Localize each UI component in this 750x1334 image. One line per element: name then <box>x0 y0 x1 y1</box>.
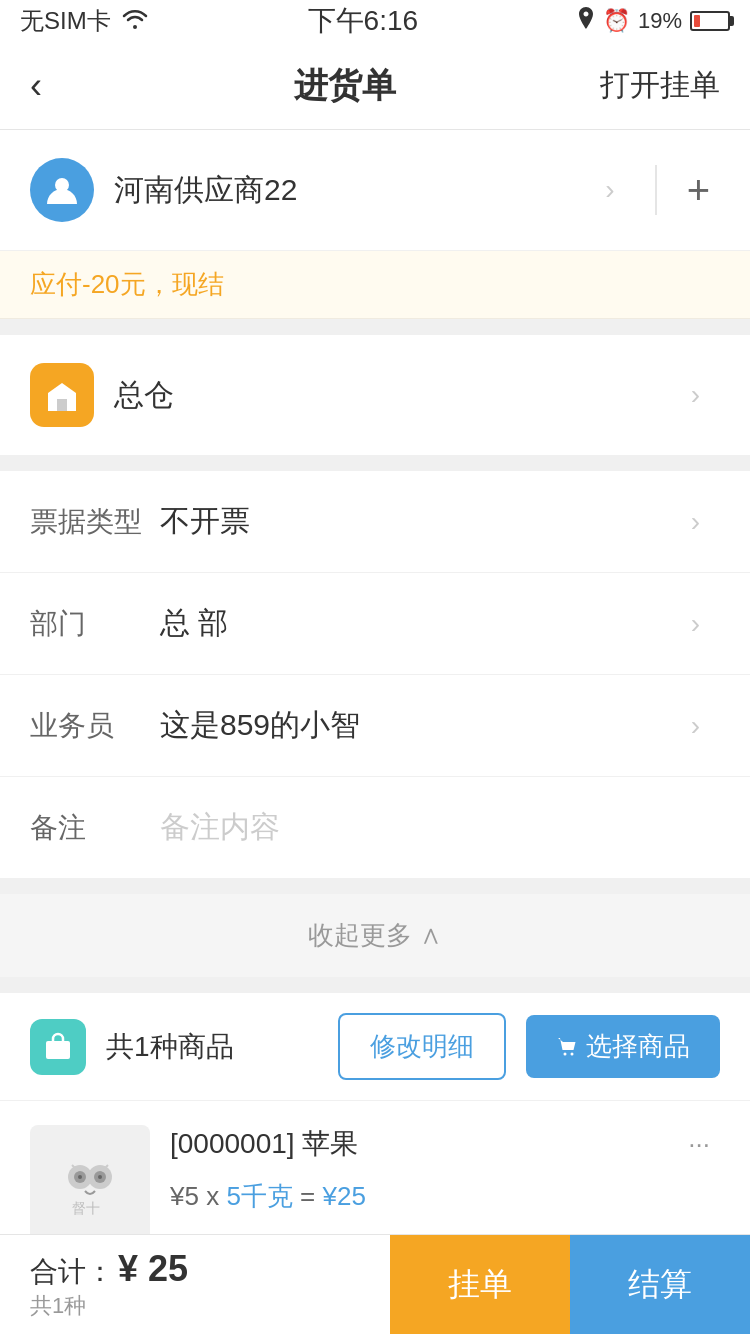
cart-icon <box>556 1036 578 1058</box>
products-header: 共1种商品 修改明细 选择商品 <box>0 993 750 1101</box>
back-button[interactable]: ‹ <box>30 65 90 107</box>
warehouse-icon <box>30 363 94 427</box>
product-thumbnail: 督十 <box>30 1125 150 1245</box>
product-total: ¥25 <box>323 1181 366 1211</box>
supplier-chevron-icon: › <box>605 174 614 206</box>
select-product-label: 选择商品 <box>586 1029 690 1064</box>
salesperson-chevron-icon: › <box>691 710 700 742</box>
salesperson-row[interactable]: 业务员 这是859的小智 › <box>0 675 750 777</box>
salesperson-label: 业务员 <box>30 707 160 745</box>
vertical-divider <box>655 165 657 215</box>
product-price-row: ¥5 x 5千克 = ¥25 <box>170 1179 658 1214</box>
total-count: 共1种 <box>30 1291 360 1321</box>
total-amount: ¥ 25 <box>118 1248 188 1290</box>
svg-rect-2 <box>46 1041 70 1059</box>
add-button[interactable]: + <box>677 168 720 213</box>
carrier-text: 无SIM卡 <box>20 5 111 37</box>
battery-text: 19% <box>638 8 682 34</box>
department-chevron-icon: › <box>691 608 700 640</box>
svg-point-3 <box>564 1052 567 1055</box>
settle-button[interactable]: 结算 <box>570 1235 750 1334</box>
warehouse-row[interactable]: 总仓 › <box>0 335 750 455</box>
products-icon <box>30 1019 86 1075</box>
location-icon <box>577 7 595 35</box>
more-options-button[interactable]: ··· <box>678 1125 720 1164</box>
status-time: 下午6:16 <box>308 2 419 40</box>
supplier-row[interactable]: 河南供应商22 › + <box>0 130 750 251</box>
product-info: [0000001] 苹果 ¥5 x 5千克 = ¥25 <box>170 1125 658 1214</box>
warehouse-section: 总仓 › <box>0 335 750 455</box>
product-image: 督十 <box>50 1145 130 1225</box>
select-product-button[interactable]: 选择商品 <box>526 1015 720 1078</box>
alarm-icon: ⏰ <box>603 8 630 34</box>
invoice-type-value: 不开票 <box>160 501 691 542</box>
invoice-type-row[interactable]: 票据类型 不开票 › <box>0 471 750 573</box>
department-row[interactable]: 部门 总 部 › <box>0 573 750 675</box>
wifi-icon <box>121 7 149 35</box>
status-bar: 无SIM卡 下午6:16 ⏰ 19% <box>0 0 750 42</box>
warehouse-name: 总仓 <box>114 375 691 416</box>
collapse-row[interactable]: 收起更多 ∧ <box>0 894 750 977</box>
open-hang-button[interactable]: 打开挂单 <box>600 65 720 106</box>
product-quantity: 5千克 <box>226 1181 292 1211</box>
status-right: ⏰ 19% <box>577 7 730 35</box>
svg-text:督十: 督十 <box>72 1201 100 1216</box>
department-value: 总 部 <box>160 603 691 644</box>
warehouse-chevron-icon: › <box>691 379 700 411</box>
svg-point-4 <box>571 1052 574 1055</box>
status-left: 无SIM卡 <box>20 5 149 37</box>
battery-icon <box>690 11 730 31</box>
products-count: 共1种商品 <box>106 1028 318 1066</box>
edit-detail-button[interactable]: 修改明细 <box>338 1013 506 1080</box>
invoice-type-label: 票据类型 <box>30 503 160 541</box>
supplier-alert: 应付-20元，现结 <box>0 251 750 319</box>
product-price: ¥5 <box>170 1181 199 1211</box>
hang-button[interactable]: 挂单 <box>390 1235 570 1334</box>
supplier-avatar <box>30 158 94 222</box>
total-label: 合计： <box>30 1253 114 1291</box>
remark-row[interactable]: 备注 备注内容 <box>0 777 750 878</box>
svg-point-9 <box>78 1175 82 1179</box>
equals-sign: = <box>300 1181 322 1211</box>
svg-rect-1 <box>57 399 67 411</box>
remark-label: 备注 <box>30 809 160 847</box>
department-label: 部门 <box>30 605 160 643</box>
nav-bar: ‹ 进货单 打开挂单 <box>0 42 750 130</box>
form-section: 票据类型 不开票 › 部门 总 部 › 业务员 这是859的小智 › 备注 备注… <box>0 471 750 878</box>
supplier-name: 河南供应商22 <box>114 170 605 211</box>
salesperson-value: 这是859的小智 <box>160 705 691 746</box>
nav-title: 进货单 <box>294 63 396 109</box>
invoice-type-chevron-icon: › <box>691 506 700 538</box>
products-section: 共1种商品 修改明细 选择商品 督十 <box>0 993 750 1269</box>
product-code: [0000001] <box>170 1128 295 1159</box>
svg-point-10 <box>98 1175 102 1179</box>
product-title: 苹果 <box>302 1128 358 1159</box>
supplier-section: 河南供应商22 › + 应付-20元，现结 <box>0 130 750 319</box>
multiply-sign: x <box>206 1181 226 1211</box>
bottom-bar: 合计： ¥ 25 共1种 挂单 结算 <box>0 1234 750 1334</box>
remark-input[interactable]: 备注内容 <box>160 807 720 848</box>
product-name: [0000001] 苹果 <box>170 1125 658 1163</box>
total-section: 合计： ¥ 25 共1种 <box>0 1235 390 1334</box>
